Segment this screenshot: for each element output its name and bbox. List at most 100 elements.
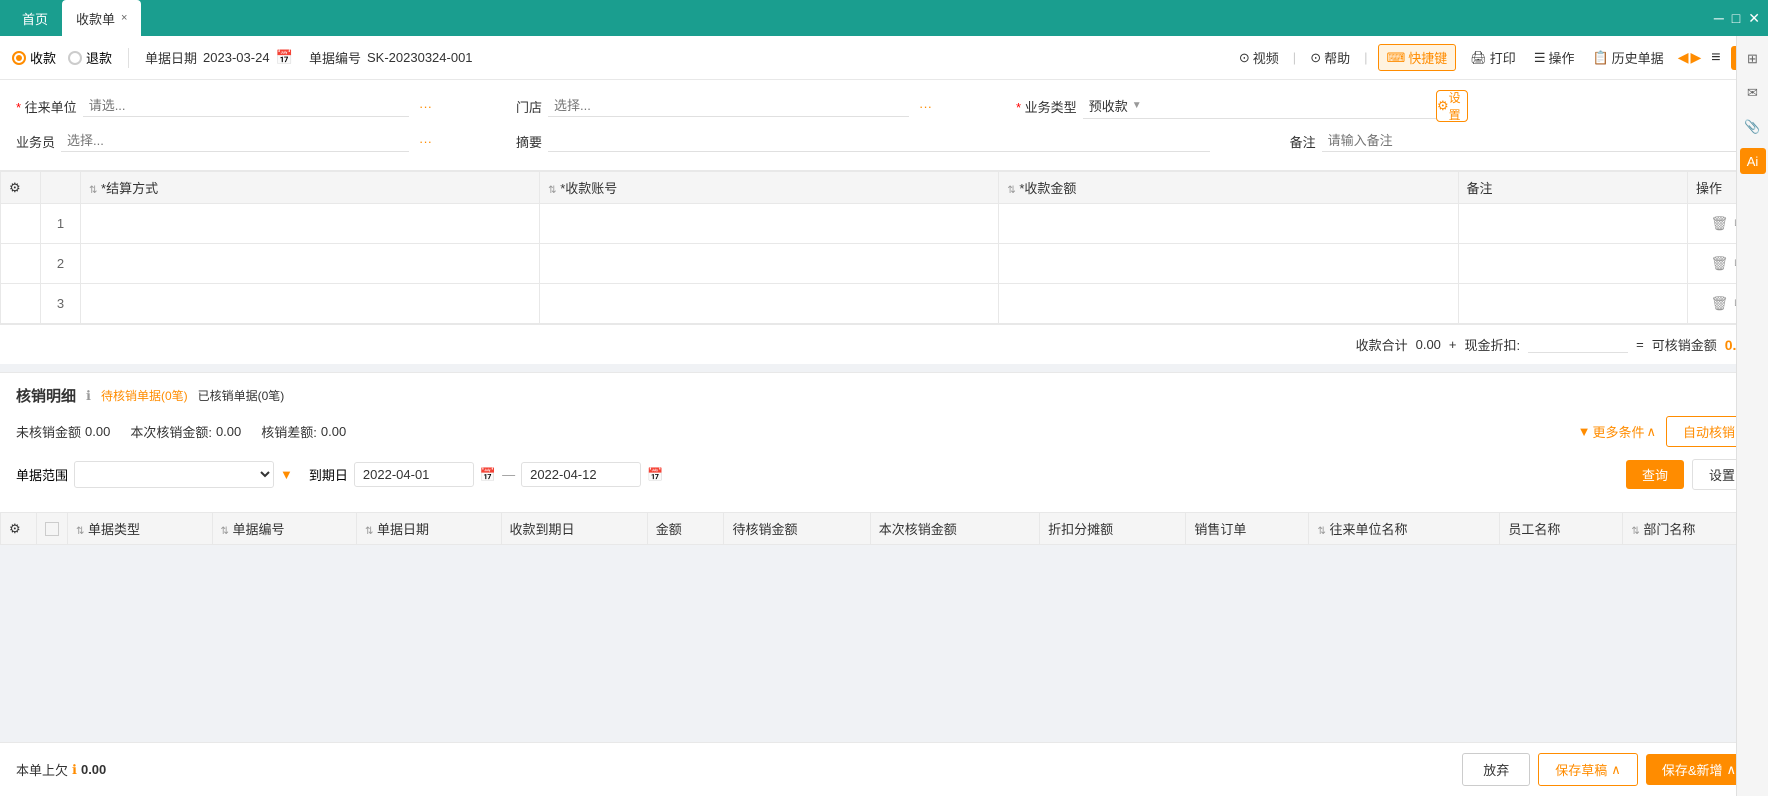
col-pending-writeoff: 待核销金额 [724,513,870,545]
due-date-field: 到期日 📅 — 📅 [309,462,663,487]
calendar-icon[interactable]: 📅 [276,49,293,66]
current-value: 0.00 [81,762,106,777]
sidebar-email-icon[interactable]: ✉ [1740,80,1766,106]
partner-label: 往来单位 [16,97,77,116]
cell-account-2[interactable] [540,244,999,284]
store-input[interactable] [548,95,909,117]
done-tab[interactable]: 已核销单据(0笔) [198,387,285,404]
minimize-btn[interactable]: ─ [1714,10,1724,27]
print-btn[interactable]: 🖨 打印 [1466,46,1520,69]
operation-btn[interactable]: ☰ 操作 [1530,46,1579,69]
unchecked-label: 未核销金额 [16,422,81,441]
col-gear[interactable]: ⚙ [1,513,37,545]
cell-settlement-2[interactable] [81,244,540,284]
row-num-3: 3 [41,284,81,324]
video-btn[interactable]: ⊙ 视频 [1235,46,1283,69]
nav-prev-icon[interactable]: ◀ [1678,49,1689,66]
col-doc-type: ⇅ 单据类型 [68,513,213,545]
salesperson-input[interactable] [61,130,409,152]
cell-remarks-3[interactable] [1458,284,1687,324]
cell-account-1[interactable] [540,204,999,244]
cell-account-3[interactable] [540,284,999,324]
summary-input[interactable] [548,130,1210,152]
biz-type-value: 预收款 [1089,96,1128,115]
history-btn[interactable]: 📋 历史单据 [1588,46,1667,69]
cell-settlement-1[interactable] [81,204,540,244]
doc-range-select[interactable] [74,461,274,488]
summary-label: 摘要 [516,132,542,151]
chevron-up-icon: ∧ [1646,424,1656,440]
footer-left: 本单上欠 ℹ 0.00 [16,760,106,779]
discount-input[interactable] [1528,337,1628,353]
biz-type-dropdown[interactable]: 预收款 ▼ [1083,93,1436,119]
calendar-from-icon[interactable]: 📅 [480,467,496,483]
partner-ellipsis-icon[interactable]: ··· [415,99,436,114]
store-ellipsis-icon[interactable]: ··· [915,99,936,114]
window-controls: ─ □ ✕ [1714,10,1760,27]
cell-amount-3[interactable] [999,284,1458,324]
delete-row-3-icon[interactable]: 🗑 [1711,295,1729,312]
form-area: 往来单位 ··· 门店 ··· 业务类型 预收款 ▼ ⚙ 设置 业务员 ··· [0,80,1768,171]
help-btn[interactable]: ⊙ 帮助 [1306,46,1354,69]
sidebar-attachment-icon[interactable]: 📎 [1740,114,1766,140]
pending-tab[interactable]: 待核销单据(0笔) [101,387,188,404]
table-row: 1 🗑 ⧉ [1,204,1768,244]
available-label: 可核销金额 [1652,335,1717,354]
date-range-separator: — [502,467,515,482]
tab-receipt-label: 收款单 [76,9,115,28]
sidebar-screenshot-icon[interactable]: Ai [1740,148,1766,174]
cell-amount-1[interactable] [999,204,1458,244]
sidebar-table-icon[interactable]: ⊞ [1740,46,1766,72]
col-due-date: 收款到期日 [501,513,647,545]
calendar-to-icon[interactable]: 📅 [647,467,663,483]
tab-close-icon[interactable]: × [121,12,127,24]
salesperson-ellipsis-icon[interactable]: ··· [415,134,436,149]
shortcut-btn[interactable]: ⌨ 快捷键 [1378,44,1457,71]
col-sales-order: 销售订单 [1186,513,1309,545]
list-view-icon[interactable]: ≡ [1711,49,1720,67]
due-date-label: 到期日 [309,465,348,484]
partner-input[interactable] [83,95,409,117]
more-conditions-btn[interactable]: ▼ 更多条件 ∧ [1578,422,1656,441]
col-settings[interactable]: ⚙ [1,172,41,204]
window-close-btn[interactable]: ✕ [1748,10,1760,27]
col-row-num [41,172,81,204]
radio-refund[interactable]: 退款 [68,48,112,67]
radio-receipt[interactable]: 收款 [12,48,56,67]
cell-remarks-2[interactable] [1458,244,1687,284]
remarks-input[interactable] [1322,130,1752,152]
col-discount: 折扣分摊额 [1040,513,1186,545]
delete-row-1-icon[interactable]: 🗑 [1711,215,1729,232]
total-label: 收款合计 [1356,335,1408,354]
keyboard-icon: ⌨ [1387,50,1406,66]
help-icon: ⊙ [1310,50,1321,66]
doc-range-chevron: ▼ [280,467,293,482]
select-all-checkbox[interactable] [45,522,59,536]
filter-icon: ▼ [1578,424,1591,439]
cell-amount-2[interactable] [999,244,1458,284]
section-title: 核销明细 [16,385,76,406]
info-icon[interactable]: ℹ [72,762,77,778]
nav-next-icon[interactable]: ▶ [1690,49,1701,66]
cell-settlement-3[interactable] [81,284,540,324]
col-account: ⇅ *收款账号 [540,172,999,204]
delete-row-2-icon[interactable]: 🗑 [1711,255,1729,272]
settings-button[interactable]: ⚙ 设置 [1436,90,1468,122]
query-btn[interactable]: 查询 [1626,460,1684,489]
bottom-table-header: ⚙ ⇅ 单据类型 ⇅ 单据编号 ⇅ 单据日期 收款到期日 金 [1,513,1768,545]
tab-home[interactable]: 首页 [8,0,62,36]
abandon-btn[interactable]: 放弃 [1462,753,1530,786]
save-draft-btn[interactable]: 保存草稿 ∧ [1538,753,1638,786]
due-date-to[interactable] [521,462,641,487]
chevron-up-icon: ∧ [1726,762,1736,778]
filter-actions: 查询 设置 [1626,459,1752,490]
col-checkbox[interactable] [37,513,68,545]
tab-receipt[interactable]: 收款单 × [62,0,141,36]
due-date-from[interactable] [354,462,474,487]
radio-refund-label: 退款 [86,48,112,67]
cell-remarks-1[interactable] [1458,204,1687,244]
maximize-btn[interactable]: □ [1732,10,1740,27]
screenshot-icon: Ai [1747,154,1759,169]
nav-arrows: ◀ ▶ [1678,49,1702,66]
info-icon[interactable]: ℹ [86,388,91,404]
